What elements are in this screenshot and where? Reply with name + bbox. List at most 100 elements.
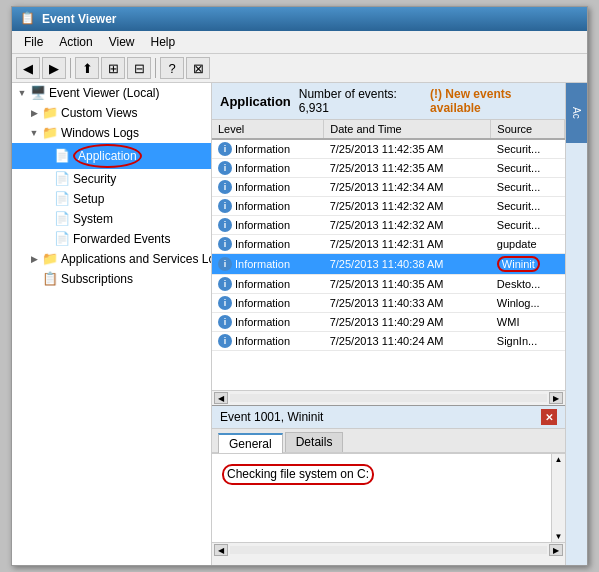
panel-title: Application [220,94,291,109]
folder-icon-winlogs: 📁 [42,125,58,141]
cell-datetime: 7/25/2013 11:40:38 AM [324,254,491,275]
event-count: Number of events: 6,931 [299,87,422,115]
col-level[interactable]: Level [212,120,324,139]
table-row[interactable]: iInformation7/25/2013 11:42:32 AMSecurit… [212,197,565,216]
cell-source: gupdate [491,235,565,254]
sidebar-item-system[interactable]: 📄 System [12,209,211,229]
toolbar-separator-2 [155,58,156,78]
cell-datetime: 7/25/2013 11:42:31 AM [324,235,491,254]
cell-datetime: 7/25/2013 11:40:24 AM [324,332,491,351]
title-icon: 📋 [20,11,36,27]
cell-source: Winlog... [491,294,565,313]
level-text: Information [235,278,290,290]
info-icon: i [218,296,232,310]
cell-level: iInformation [212,254,324,275]
info-icon: i [218,199,232,213]
cell-level: iInformation [212,197,324,216]
detail-scroll-left[interactable]: ◀ [214,544,228,556]
col-source[interactable]: Source [491,120,565,139]
sidebar-item-app-services[interactable]: ▶ 📁 Applications and Services Lo [12,249,211,269]
tab-general[interactable]: General [218,433,283,453]
panel-header: Application Number of events: 6,931 (!) … [212,83,565,120]
toolbar: ◀ ▶ ⬆ ⊞ ⊟ ? ⊠ [12,54,587,83]
cell-datetime: 7/25/2013 11:40:35 AM [324,275,491,294]
expand-icon-security [40,173,52,185]
table-row[interactable]: iInformation7/25/2013 11:42:35 AMSecurit… [212,139,565,159]
cell-source: Securit... [491,197,565,216]
table-row[interactable]: iInformation 7/25/2013 11:40:24 AMSignIn.… [212,332,565,351]
sidebar-item-custom-views[interactable]: ▶ 📁 Custom Views [12,103,211,123]
table-row[interactable]: iInformation7/25/2013 11:40:33 AMWinlog.… [212,294,565,313]
sidebar-item-setup[interactable]: 📄 Setup [12,189,211,209]
view-button-1[interactable]: ⊞ [101,57,125,79]
properties-button[interactable]: ⊠ [186,57,210,79]
cell-level: iInformation [212,216,324,235]
table-h-scrollbar[interactable]: ◀ ▶ [212,390,565,405]
menu-file[interactable]: File [16,33,51,51]
sidebar-item-windows-logs[interactable]: ▼ 📁 Windows Logs [12,123,211,143]
forward-button[interactable]: ▶ [42,57,66,79]
info-icon: i [218,315,232,329]
help-button[interactable]: ? [160,57,184,79]
info-icon: i [218,334,232,348]
scroll-left-btn[interactable]: ◀ [214,392,228,404]
log-icon-system: 📄 [54,211,70,227]
level-text: Information [235,162,290,174]
cell-source: Securit... [491,216,565,235]
table-row[interactable]: iInformation7/25/2013 11:42:32 AMSecurit… [212,216,565,235]
detail-scroll-up[interactable]: ▲ [555,455,563,464]
info-icon: i [218,161,232,175]
new-events-notice: (!) New events available [430,87,557,115]
expand-icon-appsvc: ▶ [28,253,40,265]
toolbar-separator-1 [70,58,71,78]
detail-scroll-right[interactable]: ▶ [549,544,563,556]
info-icon: i [218,237,232,251]
table-row[interactable]: iInformation7/25/2013 11:42:35 AMSecurit… [212,159,565,178]
expand-icon: ▼ [16,87,28,99]
detail-text: Checking file system on C: [222,467,374,481]
expand-icon-app [40,150,52,162]
level-text: Information [235,258,290,270]
cell-level: iInformation [212,294,324,313]
menu-action[interactable]: Action [51,33,100,51]
back-button[interactable]: ◀ [16,57,40,79]
table-row[interactable]: iInformation7/25/2013 11:40:38 AMWininit [212,254,565,275]
up-button[interactable]: ⬆ [75,57,99,79]
view-button-2[interactable]: ⊟ [127,57,151,79]
table-row[interactable]: iInformation7/25/2013 11:40:35 AMDeskto.… [212,275,565,294]
level-text: Information [235,335,290,347]
info-icon: i [218,277,232,291]
sidebar-item-application[interactable]: 📄 Application [12,143,211,169]
expand-icon-forwarded [40,233,52,245]
detail-title-bar: Event 1001, Wininit ✕ [212,406,565,429]
detail-scroll-down[interactable]: ▼ [555,532,563,541]
detail-scroll-track[interactable] [230,546,547,554]
detail-h-scrollbar[interactable]: ◀ ▶ [212,542,565,557]
detail-title: Event 1001, Wininit [220,410,323,424]
cell-level: iInformation [212,275,324,294]
menu-help[interactable]: Help [143,33,184,51]
tab-details[interactable]: Details [285,432,344,452]
level-text: Information [235,200,290,212]
menu-view[interactable]: View [101,33,143,51]
close-detail-button[interactable]: ✕ [541,409,557,425]
table-row[interactable]: iInformation7/25/2013 11:42:34 AMSecurit… [212,178,565,197]
detail-panel: Event 1001, Wininit ✕ General Details Ch… [212,405,565,565]
sidebar-item-security[interactable]: 📄 Security [12,169,211,189]
detail-v-scrollbar[interactable]: ▲ ▼ [551,454,565,542]
sidebar-item-subscriptions[interactable]: 📋 Subscriptions [12,269,211,289]
event-table[interactable]: Level Date and Time Source iInformation7… [212,120,565,390]
table-row[interactable]: iInformation7/25/2013 11:40:29 AMWMI [212,313,565,332]
scroll-right-btn[interactable]: ▶ [549,392,563,404]
cell-source: SignIn... [491,332,565,351]
table-row[interactable]: iInformation 7/25/2013 11:42:31 AMgupdate [212,235,565,254]
level-text: Information [235,238,290,250]
sidebar-item-forwarded-events[interactable]: 📄 Forwarded Events [12,229,211,249]
col-datetime[interactable]: Date and Time [324,120,491,139]
scroll-track[interactable] [230,394,547,402]
cell-level: iInformation [212,159,324,178]
info-icon: i [218,142,232,156]
level-text: Information [235,143,290,155]
right-panel: Application Number of events: 6,931 (!) … [212,83,565,565]
sidebar-item-event-viewer-local[interactable]: ▼ 🖥️ Event Viewer (Local) [12,83,211,103]
